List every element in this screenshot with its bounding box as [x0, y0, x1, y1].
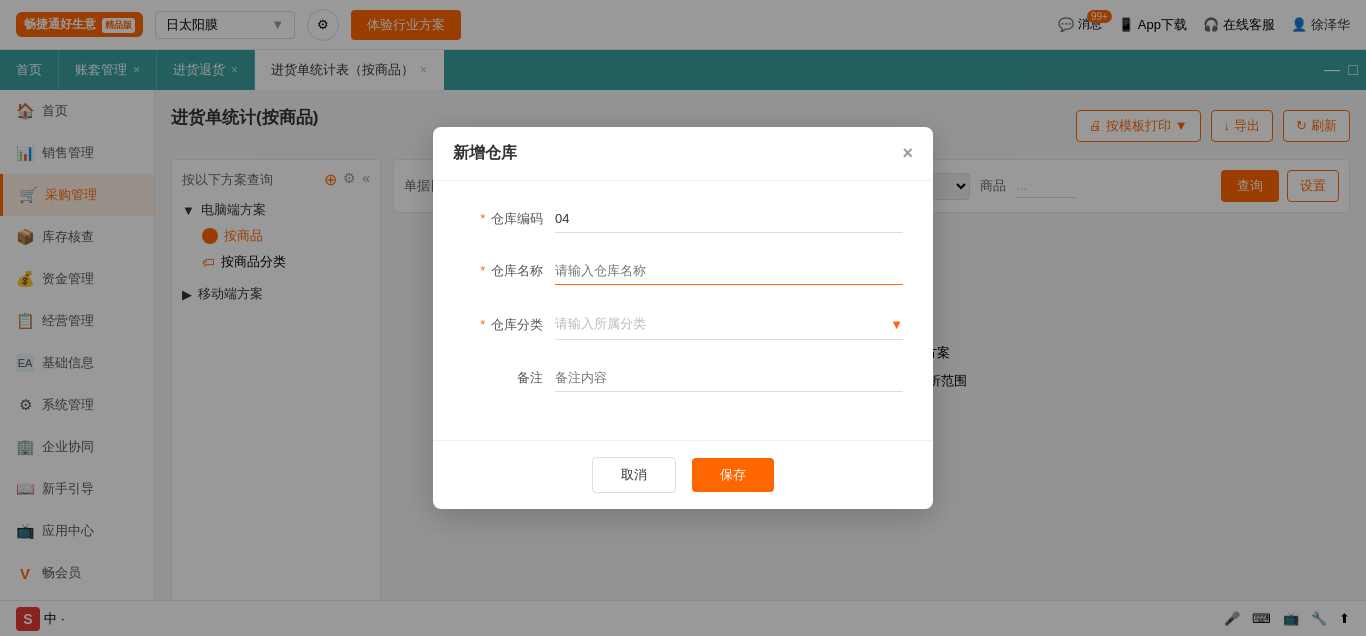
save-button[interactable]: 保存 — [692, 458, 774, 492]
modal-title: 新增仓库 — [453, 143, 517, 164]
modal-close-button[interactable]: × — [902, 143, 913, 164]
warehouse-code-input[interactable] — [555, 205, 903, 233]
warehouse-category-placeholder: 请输入所属分类 — [555, 315, 646, 333]
modal-body: * 仓库编码 * 仓库名称 * 仓库分类 请输入 — [433, 181, 933, 440]
required-star-code: * — [480, 211, 485, 226]
note-row: 备注 — [463, 364, 903, 392]
modal-header: 新增仓库 × — [433, 127, 933, 181]
warehouse-code-label: * 仓库编码 — [463, 210, 543, 228]
warehouse-category-label-text: 仓库分类 — [491, 317, 543, 332]
warehouse-category-row: * 仓库分类 请输入所属分类 ▼ — [463, 309, 903, 340]
warehouse-name-input[interactable] — [555, 257, 903, 285]
warehouse-category-label: * 仓库分类 — [463, 316, 543, 334]
warehouse-name-label: * 仓库名称 — [463, 262, 543, 280]
warehouse-name-label-text: 仓库名称 — [491, 263, 543, 278]
warehouse-name-row: * 仓库名称 — [463, 257, 903, 285]
note-input[interactable] — [555, 364, 903, 392]
warehouse-category-select[interactable]: 请输入所属分类 ▼ — [555, 309, 903, 340]
add-warehouse-modal: 新增仓库 × * 仓库编码 * 仓库名称 — [433, 127, 933, 509]
modal-footer: 取消 保存 — [433, 440, 933, 509]
warehouse-code-label-text: 仓库编码 — [491, 211, 543, 226]
cancel-button[interactable]: 取消 — [592, 457, 676, 493]
category-dropdown-icon: ▼ — [890, 317, 903, 332]
note-label: 备注 — [463, 369, 543, 387]
modal-overlay[interactable]: 新增仓库 × * 仓库编码 * 仓库名称 — [0, 0, 1366, 636]
required-star-name: * — [480, 263, 485, 278]
required-star-category: * — [480, 317, 485, 332]
note-label-text: 备注 — [517, 370, 543, 385]
warehouse-code-row: * 仓库编码 — [463, 205, 903, 233]
